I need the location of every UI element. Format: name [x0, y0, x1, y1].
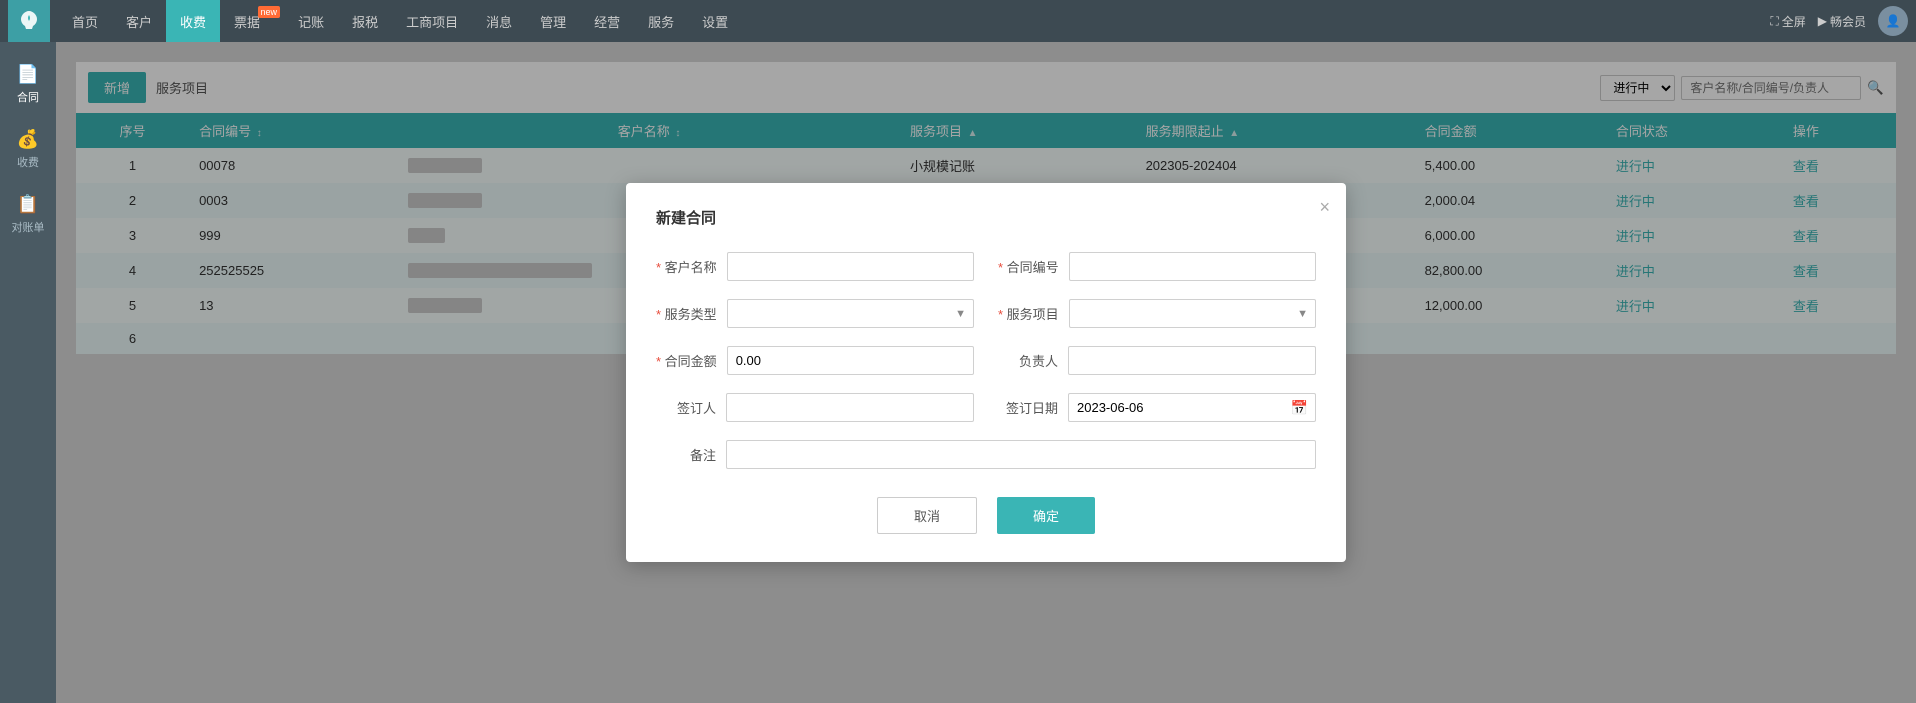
- signer-label: 签订人: [656, 398, 716, 417]
- avatar-icon: 👤: [1886, 14, 1901, 28]
- nav-item-ticket[interactable]: 票据 new: [220, 0, 284, 42]
- service-item-select[interactable]: [1069, 299, 1316, 328]
- content-area: 新增 服务项目 进行中 已完成 已终止 🔍 序号 合同编: [56, 42, 1916, 703]
- signer-input[interactable]: [726, 393, 974, 422]
- contract-no-input[interactable]: [1069, 252, 1316, 281]
- form-grid: 客户名称 合同编号 服务类型 ▼: [656, 252, 1316, 469]
- nav-item-message[interactable]: 消息: [472, 0, 526, 42]
- service-item-select-wrapper: ▼: [1069, 299, 1316, 328]
- user-avatar[interactable]: 👤: [1878, 6, 1908, 36]
- customer-name-input[interactable]: [727, 252, 974, 281]
- sidebar: 📄 合同 💰 收费 📋 对账单: [0, 42, 56, 703]
- confirm-button[interactable]: 确定: [997, 497, 1095, 534]
- top-nav: 首页 客户 收费 票据 new 记账 报税 工商项目 消息 管理 经营 服务 设…: [0, 0, 1916, 42]
- form-row-service-item: 服务项目 ▼: [998, 299, 1316, 328]
- form-row-customer-name: 客户名称: [656, 252, 974, 281]
- nav-item-business[interactable]: 工商项目: [392, 0, 472, 42]
- sidebar-item-fee-label: 收费: [17, 154, 39, 170]
- form-row-sign-date: 签订日期 📅: [998, 393, 1316, 422]
- modal-overlay: × 新建合同 客户名称 合同编号 服务类型: [56, 42, 1916, 703]
- responsible-input[interactable]: [1068, 346, 1316, 375]
- nav-right: ⛶ 全屏 ▶ 畅会员 👤: [1770, 6, 1908, 36]
- cancel-button[interactable]: 取消: [877, 497, 977, 534]
- statement-icon: 📋: [17, 194, 39, 215]
- fullscreen-icon: ⛶: [1770, 14, 1778, 29]
- responsible-label: 负责人: [998, 351, 1058, 370]
- sidebar-item-contract-label: 合同: [17, 89, 39, 105]
- app-logo: [8, 0, 50, 42]
- customer-name-label: 客户名称: [656, 257, 717, 276]
- form-row-note: 备注: [656, 440, 1316, 469]
- nav-item-service[interactable]: 服务: [634, 0, 688, 42]
- sign-date-wrapper: 📅: [1068, 393, 1316, 422]
- nav-item-home[interactable]: 首页: [58, 0, 112, 42]
- form-row-service-type: 服务类型 ▼: [656, 299, 974, 328]
- service-type-select[interactable]: [727, 299, 974, 328]
- nav-item-finance[interactable]: 经营: [580, 0, 634, 42]
- sidebar-item-fee[interactable]: 💰 收费: [0, 117, 56, 182]
- new-badge: new: [258, 6, 281, 18]
- nav-item-customer[interactable]: 客户: [112, 0, 166, 42]
- new-contract-modal: × 新建合同 客户名称 合同编号 服务类型: [626, 183, 1346, 562]
- note-input[interactable]: [726, 440, 1316, 469]
- note-label: 备注: [656, 445, 716, 464]
- sidebar-item-statement-label: 对账单: [12, 219, 45, 235]
- member-label: 畅会员: [1830, 13, 1866, 30]
- amount-input[interactable]: [727, 346, 974, 375]
- sign-date-label: 签订日期: [998, 398, 1058, 417]
- nav-item-settings[interactable]: 设置: [688, 0, 742, 42]
- service-type-select-wrapper: ▼: [727, 299, 974, 328]
- form-row-signer: 签订人: [656, 393, 974, 422]
- form-row-contract-no: 合同编号: [998, 252, 1316, 281]
- modal-close-button[interactable]: ×: [1319, 197, 1330, 218]
- amount-label: 合同金额: [656, 351, 717, 370]
- nav-item-manage[interactable]: 管理: [526, 0, 580, 42]
- contract-no-label: 合同编号: [998, 257, 1059, 276]
- fullscreen-button[interactable]: ⛶ 全屏: [1770, 13, 1805, 30]
- member-button[interactable]: ▶ 畅会员: [1818, 13, 1866, 30]
- main-layout: 📄 合同 💰 收费 📋 对账单 新增 服务项目 进行中 已完成 已终止: [0, 42, 1916, 703]
- sign-date-input[interactable]: [1068, 393, 1316, 422]
- modal-footer: 取消 确定: [656, 497, 1316, 534]
- nav-item-tax[interactable]: 报税: [338, 0, 392, 42]
- fullscreen-label: 全屏: [1782, 13, 1806, 30]
- sidebar-item-statement[interactable]: 📋 对账单: [0, 182, 56, 247]
- sidebar-item-contract[interactable]: 📄 合同: [0, 52, 56, 117]
- service-item-label: 服务项目: [998, 304, 1059, 323]
- form-row-responsible: 负责人: [998, 346, 1316, 375]
- fee-icon: 💰: [17, 129, 39, 150]
- modal-title: 新建合同: [656, 207, 1316, 228]
- contract-icon: 📄: [17, 64, 39, 85]
- service-type-label: 服务类型: [656, 304, 717, 323]
- play-icon: ▶: [1818, 14, 1827, 28]
- form-row-amount: 合同金额: [656, 346, 974, 375]
- nav-item-invoice[interactable]: 收费: [166, 0, 220, 42]
- nav-item-account[interactable]: 记账: [284, 0, 338, 42]
